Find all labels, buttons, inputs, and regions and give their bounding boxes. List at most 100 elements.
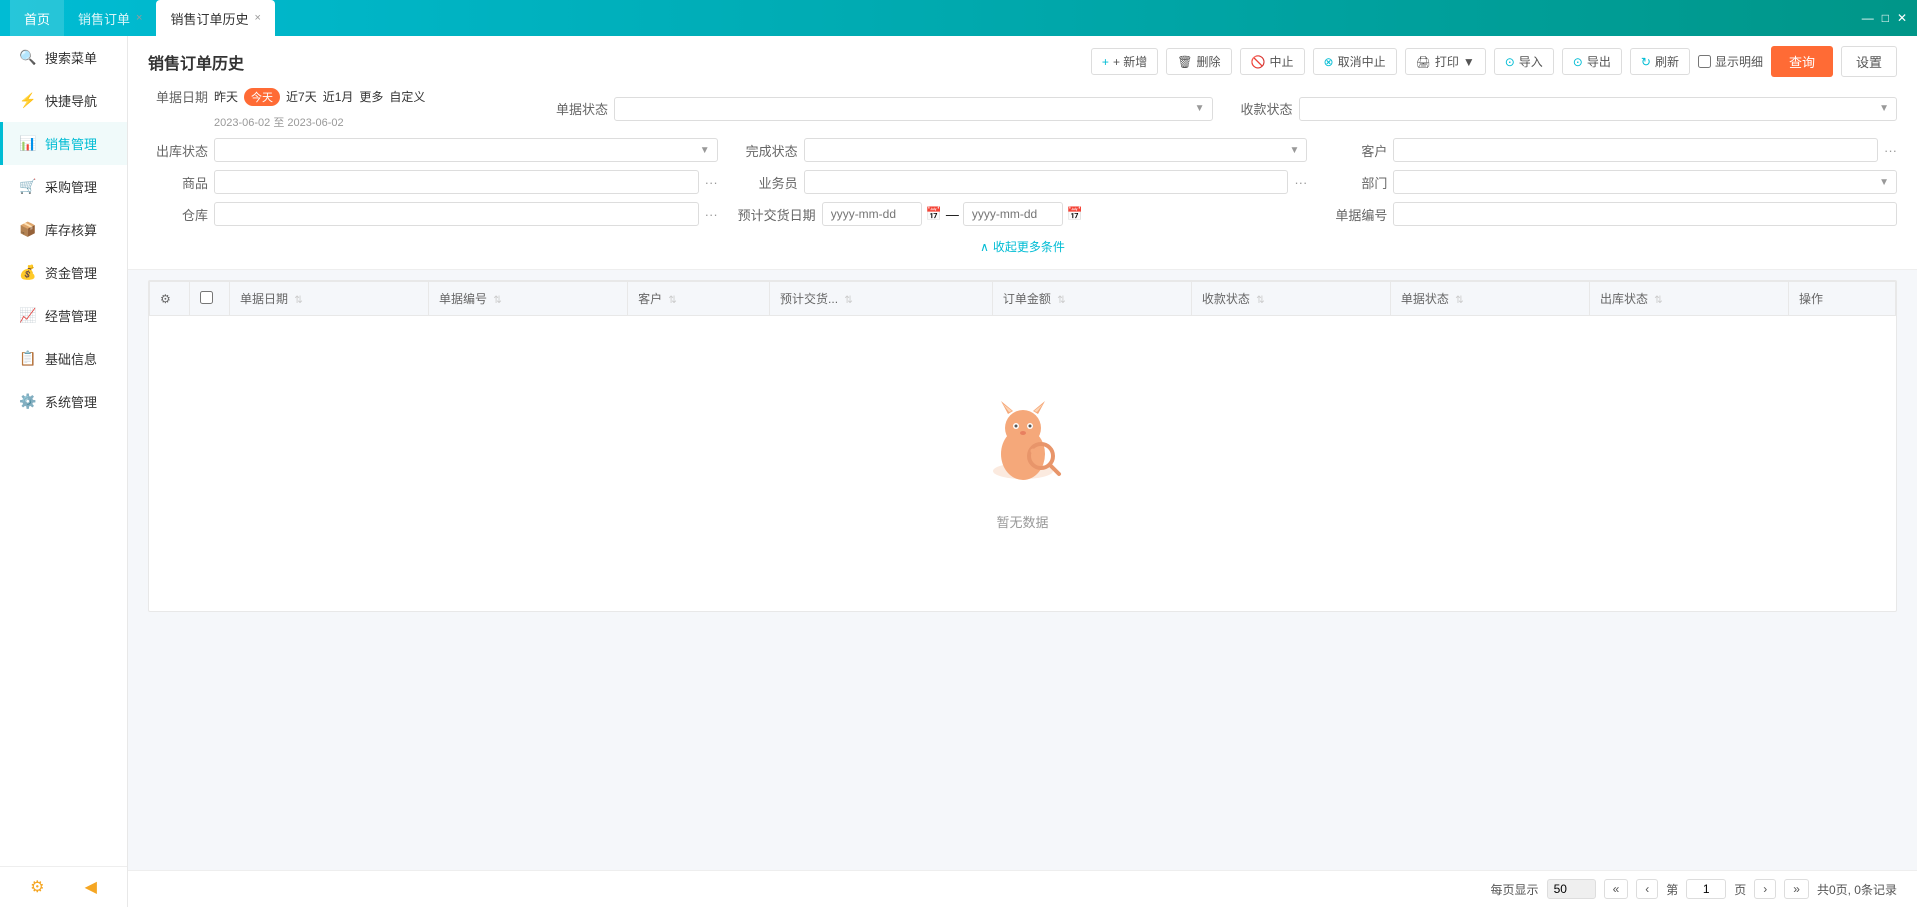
salesperson-ellipsis[interactable]: ··· <box>1294 175 1307 190</box>
collapse-button[interactable]: ∧ 收起更多条件 <box>148 234 1897 259</box>
sort-expected-delivery[interactable]: ⇅ <box>844 295 852 306</box>
out-status-select[interactable] <box>214 138 718 162</box>
receipt-status-label: 收款状态 <box>1233 99 1293 118</box>
table-area: ⚙ 单据日期 ⇅ 单据编号 ⇅ <box>128 270 1917 870</box>
more-option[interactable]: 更多 <box>359 88 383 105</box>
sort-doc-status[interactable]: ⇅ <box>1455 295 1463 306</box>
sidebar-item-purchase-label: 采购管理 <box>45 177 97 196</box>
sort-order-amount[interactable]: ⇅ <box>1057 295 1065 306</box>
sidebar-item-search-menu[interactable]: 🔍 搜索菜单 <box>0 36 127 79</box>
page-title-row: 销售订单历史 + + 新增 🗑 删除 🚫 中止 ⊗ <box>148 46 1897 77</box>
th-order-amount[interactable]: 订单金额 ⇅ <box>992 282 1191 316</box>
customer-ellipsis[interactable]: ··· <box>1884 143 1897 158</box>
sidebar-item-sales[interactable]: 📊 销售管理 <box>0 122 127 165</box>
settings-button[interactable]: 设置 <box>1841 46 1897 77</box>
expected-date-end[interactable] <box>963 202 1063 226</box>
complete-status-select[interactable] <box>804 138 1308 162</box>
filter-out-status: 出库状态 ▼ <box>148 138 718 162</box>
import-button[interactable]: ⊙ 导入 <box>1494 48 1554 75</box>
basics-icon: 📋 <box>19 350 37 368</box>
display-cols-input[interactable] <box>1698 55 1711 68</box>
print-button[interactable]: 🖨 打印 ▼ <box>1405 48 1486 75</box>
7days-option[interactable]: 近7天 <box>286 88 317 105</box>
th-receipt-status[interactable]: 收款状态 ⇅ <box>1191 282 1390 316</box>
sort-receipt-status[interactable]: ⇅ <box>1256 295 1264 306</box>
tab-sales-order-close[interactable]: × <box>136 12 142 24</box>
th-doc-date-label: 单据日期 <box>240 292 288 306</box>
data-table: ⚙ 单据日期 ⇅ 单据编号 ⇅ <box>149 281 1896 316</box>
tabs-area: 首页 销售订单 × 销售订单历史 × <box>10 0 275 36</box>
sidebar-item-operations[interactable]: 📈 经营管理 <box>0 294 127 337</box>
refresh-button[interactable]: ↻ 刷新 <box>1630 48 1690 75</box>
window-minimize[interactable]: — <box>1862 11 1874 25</box>
new-button[interactable]: + + 新增 <box>1091 48 1158 75</box>
next-page-button[interactable]: › <box>1754 879 1776 899</box>
cancel-stop-label: 取消中止 <box>1338 53 1386 70</box>
filter-receipt-status: 收款状态 ▼ <box>1233 97 1898 121</box>
sidebar-item-purchase[interactable]: 🛒 采购管理 <box>0 165 127 208</box>
window-maximize[interactable]: □ <box>1882 11 1889 25</box>
doc-no-input[interactable] <box>1393 202 1897 226</box>
th-expected-delivery[interactable]: 预计交货... ⇅ <box>770 282 993 316</box>
filter-customer: 客户 ··· <box>1327 138 1897 162</box>
sidebar-item-basics[interactable]: 📋 基础信息 <box>0 337 127 380</box>
tab-sales-order[interactable]: 销售订单 × <box>64 0 156 36</box>
last-page-button[interactable]: » <box>1784 879 1809 899</box>
custom-option[interactable]: 自定义 <box>389 88 425 105</box>
today-badge[interactable]: 今天 <box>244 88 280 106</box>
yesterday-option[interactable]: 昨天 <box>214 88 238 105</box>
settings-icon[interactable]: ⚙ <box>160 292 171 306</box>
warehouse-ellipsis[interactable]: ··· <box>705 207 718 222</box>
page-size-select[interactable]: 10 20 50 100 <box>1547 879 1596 899</box>
th-doc-date[interactable]: 单据日期 ⇅ <box>230 282 429 316</box>
current-page-input[interactable] <box>1686 879 1726 899</box>
th-customer[interactable]: 客户 ⇅ <box>628 282 770 316</box>
th-settings[interactable]: ⚙ <box>150 282 190 316</box>
stop-button[interactable]: 🚫 中止 <box>1240 48 1305 75</box>
refresh-icon: ↻ <box>1641 55 1651 69</box>
first-page-button[interactable]: « <box>1604 879 1629 899</box>
th-checkbox[interactable] <box>190 282 230 316</box>
sort-customer[interactable]: ⇅ <box>668 295 676 306</box>
prev-page-button[interactable]: ‹ <box>1636 879 1658 899</box>
customer-label: 客户 <box>1327 141 1387 160</box>
calendar-start-icon[interactable]: 📅 <box>926 206 942 222</box>
receipt-status-select[interactable] <box>1299 97 1898 121</box>
select-all-checkbox[interactable] <box>200 291 213 304</box>
export-button[interactable]: ⊙ 导出 <box>1562 48 1622 75</box>
tab-home[interactable]: 首页 <box>10 0 64 36</box>
goods-input[interactable] <box>214 170 699 194</box>
th-doc-status[interactable]: 单据状态 ⇅ <box>1390 282 1589 316</box>
expected-date-start[interactable] <box>822 202 922 226</box>
tab-sales-history-close[interactable]: × <box>254 12 260 24</box>
warehouse-input[interactable] <box>214 202 699 226</box>
sidebar-item-quick-nav[interactable]: ⚡ 快捷导航 <box>0 79 127 122</box>
display-cols-checkbox[interactable]: 显示明细 <box>1698 53 1763 70</box>
th-out-status[interactable]: 出库状态 ⇅ <box>1589 282 1788 316</box>
settings-label: 设置 <box>1856 55 1882 70</box>
stop-label: 中止 <box>1269 53 1293 70</box>
sidebar-settings-icon[interactable]: ⚙ <box>30 877 44 897</box>
th-action-label: 操作 <box>1799 292 1823 306</box>
sidebar-item-finance[interactable]: 💰 资金管理 <box>0 251 127 294</box>
th-doc-no[interactable]: 单据编号 ⇅ <box>429 282 628 316</box>
tab-sales-history[interactable]: 销售订单历史 × <box>156 0 274 36</box>
dept-select[interactable] <box>1393 170 1897 194</box>
sort-doc-date[interactable]: ⇅ <box>294 295 302 306</box>
calendar-end-icon[interactable]: 📅 <box>1067 206 1083 222</box>
sort-doc-no[interactable]: ⇅ <box>493 295 501 306</box>
window-close[interactable]: ✕ <box>1897 11 1907 25</box>
sidebar-item-inventory[interactable]: 📦 库存核算 <box>0 208 127 251</box>
delete-button[interactable]: 🗑 删除 <box>1166 48 1231 75</box>
salesperson-input[interactable] <box>804 170 1289 194</box>
sort-out-status[interactable]: ⇅ <box>1654 295 1662 306</box>
1month-option[interactable]: 近1月 <box>323 88 354 105</box>
customer-input[interactable] <box>1393 138 1878 162</box>
query-button[interactable]: 查询 <box>1771 46 1833 77</box>
sidebar-collapse-icon[interactable]: ◀ <box>85 877 97 897</box>
goods-ellipsis[interactable]: ··· <box>705 175 718 190</box>
sidebar-item-system[interactable]: ⚙️ 系统管理 <box>0 380 127 423</box>
cancel-stop-button[interactable]: ⊗ 取消中止 <box>1313 48 1397 75</box>
filter-doc-no: 单据编号 <box>1327 202 1897 226</box>
doc-status-select[interactable] <box>614 97 1213 121</box>
